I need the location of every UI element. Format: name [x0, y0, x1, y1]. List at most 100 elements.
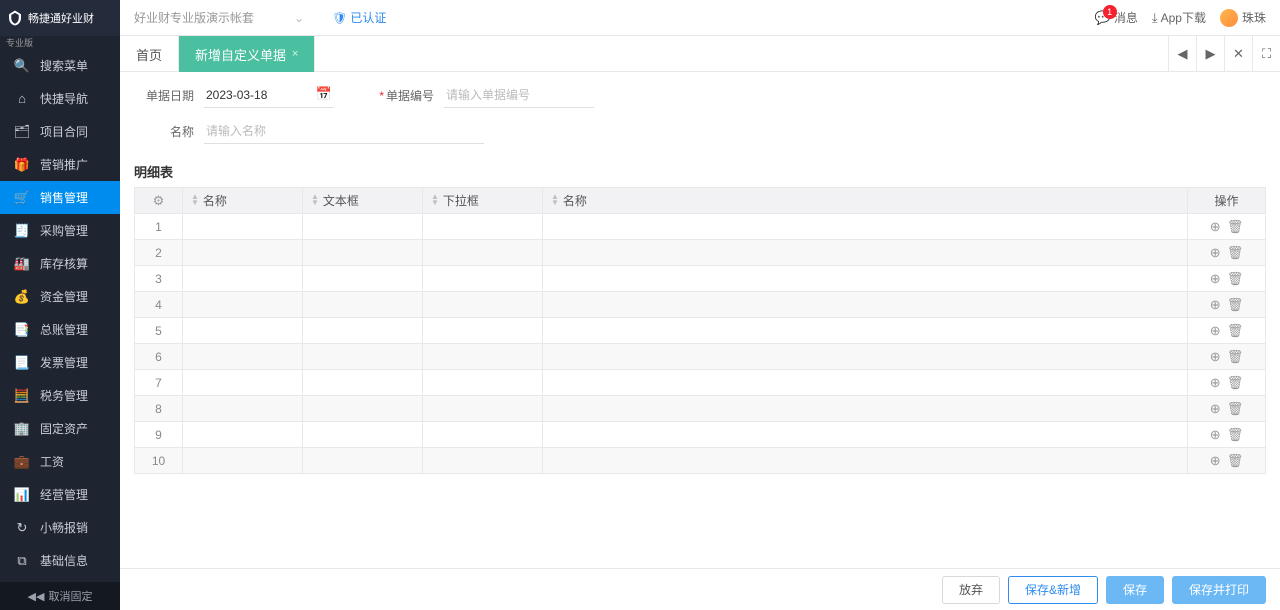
- delete-row-icon[interactable]: 🗑: [1227, 271, 1244, 286]
- sidebar-item-6[interactable]: 🏭库存核算: [0, 247, 120, 280]
- cell-col1[interactable]: [183, 396, 303, 422]
- delete-row-icon[interactable]: 🗑: [1227, 401, 1244, 416]
- cell-col4[interactable]: [543, 370, 1188, 396]
- cell-col1[interactable]: [183, 448, 303, 474]
- cell-col3[interactable]: [423, 266, 543, 292]
- close-icon[interactable]: ×: [292, 48, 298, 60]
- table-header-col2[interactable]: 文本框: [303, 188, 423, 214]
- tab-home[interactable]: 首页: [120, 36, 179, 72]
- cell-col1[interactable]: [183, 344, 303, 370]
- sidebar-item-9[interactable]: 📃发票管理: [0, 346, 120, 379]
- cell-col2[interactable]: [303, 318, 423, 344]
- cell-col4[interactable]: [543, 214, 1188, 240]
- cell-col2[interactable]: [303, 448, 423, 474]
- cell-col3[interactable]: [423, 318, 543, 344]
- user-menu[interactable]: 珠珠: [1220, 9, 1266, 27]
- sidebar-item-0[interactable]: 🔍搜索菜单: [0, 49, 120, 82]
- cell-col3[interactable]: [423, 396, 543, 422]
- delete-row-icon[interactable]: 🗑: [1227, 375, 1244, 390]
- table-header-col3[interactable]: 下拉框: [423, 188, 543, 214]
- table-header-col1[interactable]: 名称: [183, 188, 303, 214]
- cell-col3[interactable]: [423, 422, 543, 448]
- add-row-icon[interactable]: ⊕: [1210, 323, 1221, 338]
- sidebar-item-12[interactable]: 💼工资: [0, 445, 120, 478]
- sidebar-toggle-pin[interactable]: ◀◀ 取消固定: [0, 582, 120, 610]
- add-row-icon[interactable]: ⊕: [1210, 245, 1221, 260]
- sidebar-item-3[interactable]: 🎁营销推广: [0, 148, 120, 181]
- cell-col3[interactable]: [423, 240, 543, 266]
- cell-col1[interactable]: [183, 422, 303, 448]
- cell-col4[interactable]: [543, 292, 1188, 318]
- table-header-col4[interactable]: 名称: [543, 188, 1188, 214]
- app-download-button[interactable]: ⤓ App下载: [1152, 9, 1206, 26]
- sidebar-item-11[interactable]: 🏢固定资产: [0, 412, 120, 445]
- delete-row-icon[interactable]: 🗑: [1227, 427, 1244, 442]
- delete-row-icon[interactable]: 🗑: [1227, 297, 1244, 312]
- cell-col3[interactable]: [423, 214, 543, 240]
- cell-col3[interactable]: [423, 344, 543, 370]
- save-button[interactable]: 保存: [1106, 576, 1164, 604]
- cell-col2[interactable]: [303, 344, 423, 370]
- cell-col2[interactable]: [303, 266, 423, 292]
- cell-col2[interactable]: [303, 370, 423, 396]
- account-selector[interactable]: 好业财专业版演示帐套 ⌄: [134, 9, 304, 26]
- messages-button[interactable]: 💬 消息 1: [1095, 9, 1138, 26]
- cell-col1[interactable]: [183, 214, 303, 240]
- save-print-button[interactable]: 保存并打印: [1172, 576, 1266, 604]
- add-row-icon[interactable]: ⊕: [1210, 219, 1221, 234]
- cell-col3[interactable]: [423, 448, 543, 474]
- cell-col4[interactable]: [543, 240, 1188, 266]
- cell-col2[interactable]: [303, 292, 423, 318]
- name-input[interactable]: [204, 118, 484, 144]
- cell-col2[interactable]: [303, 214, 423, 240]
- sidebar-item-10[interactable]: 🧮税务管理: [0, 379, 120, 412]
- cell-col1[interactable]: [183, 240, 303, 266]
- cell-col4[interactable]: [543, 396, 1188, 422]
- sidebar-item-8[interactable]: 📑总账管理: [0, 313, 120, 346]
- discard-button[interactable]: 放弃: [942, 576, 1000, 604]
- cell-col4[interactable]: [543, 448, 1188, 474]
- delete-row-icon[interactable]: 🗑: [1227, 219, 1244, 234]
- add-row-icon[interactable]: ⊕: [1210, 271, 1221, 286]
- docno-input[interactable]: [444, 82, 594, 108]
- tab-close-all-button[interactable]: ✕: [1224, 36, 1252, 71]
- date-input[interactable]: [204, 82, 334, 108]
- sidebar-item-5[interactable]: 🧾采购管理: [0, 214, 120, 247]
- cell-col4[interactable]: [543, 422, 1188, 448]
- cell-col2[interactable]: [303, 240, 423, 266]
- add-row-icon[interactable]: ⊕: [1210, 401, 1221, 416]
- cell-col4[interactable]: [543, 318, 1188, 344]
- add-row-icon[interactable]: ⊕: [1210, 453, 1221, 468]
- tab-next-button[interactable]: ▶: [1196, 36, 1224, 71]
- cell-col2[interactable]: [303, 422, 423, 448]
- delete-row-icon[interactable]: 🗑: [1227, 245, 1244, 260]
- cell-col1[interactable]: [183, 318, 303, 344]
- cell-col3[interactable]: [423, 292, 543, 318]
- sidebar-item-14[interactable]: ↻小畅报销: [0, 511, 120, 544]
- sidebar-item-15[interactable]: ⧉基础信息: [0, 544, 120, 577]
- table-header-settings[interactable]: ⚙: [135, 188, 183, 214]
- cell-col4[interactable]: [543, 266, 1188, 292]
- sidebar-item-7[interactable]: 💰资金管理: [0, 280, 120, 313]
- cell-col1[interactable]: [183, 266, 303, 292]
- add-row-icon[interactable]: ⊕: [1210, 349, 1221, 364]
- delete-row-icon[interactable]: 🗑: [1227, 349, 1244, 364]
- cell-col4[interactable]: [543, 344, 1188, 370]
- fullscreen-button[interactable]: ⛶: [1252, 36, 1280, 71]
- delete-row-icon[interactable]: 🗑: [1227, 453, 1244, 468]
- cell-col3[interactable]: [423, 370, 543, 396]
- tab-current[interactable]: 新增自定义单据 ×: [179, 36, 315, 72]
- delete-row-icon[interactable]: 🗑: [1227, 323, 1244, 338]
- tab-prev-button[interactable]: ◀: [1168, 36, 1196, 71]
- cell-col2[interactable]: [303, 396, 423, 422]
- sidebar-item-13[interactable]: 📊经营管理: [0, 478, 120, 511]
- sidebar-item-2[interactable]: 🗂项目合同: [0, 115, 120, 148]
- save-new-button[interactable]: 保存&新增: [1008, 576, 1098, 604]
- sidebar-item-1[interactable]: ⌂快捷导航: [0, 82, 120, 115]
- add-row-icon[interactable]: ⊕: [1210, 375, 1221, 390]
- cell-col1[interactable]: [183, 370, 303, 396]
- sidebar-item-4[interactable]: 🛒销售管理: [0, 181, 120, 214]
- add-row-icon[interactable]: ⊕: [1210, 427, 1221, 442]
- add-row-icon[interactable]: ⊕: [1210, 297, 1221, 312]
- cell-col1[interactable]: [183, 292, 303, 318]
